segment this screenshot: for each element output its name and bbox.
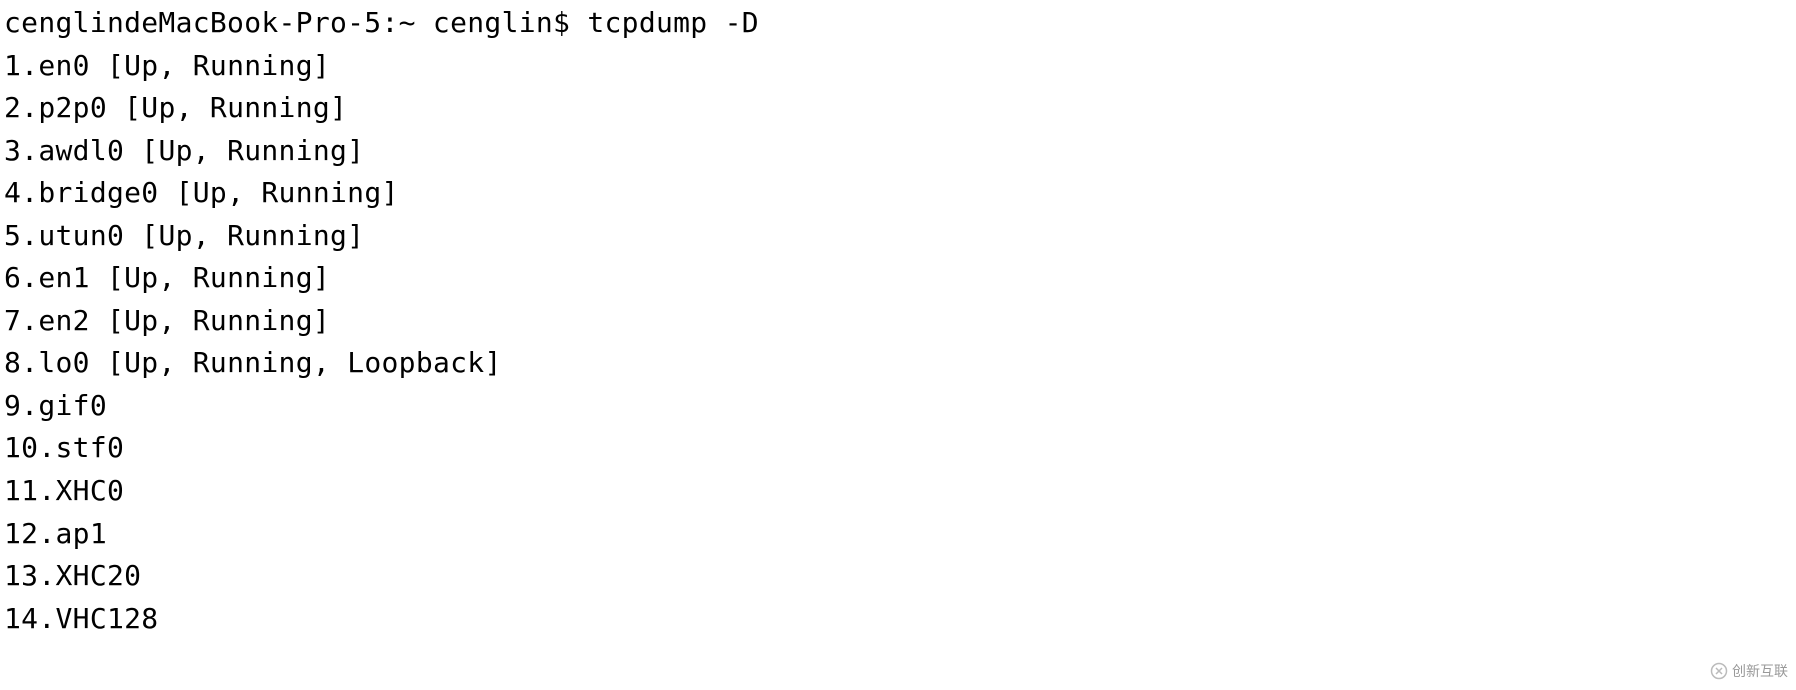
separator-dot: . [21, 176, 38, 209]
interface-index: 12 [4, 517, 38, 550]
separator-dot: . [21, 134, 38, 167]
interface-index: 13 [4, 559, 38, 592]
separator-dot: . [38, 559, 55, 592]
interface-line: 5.utun0 [Up, Running] [4, 215, 1796, 258]
interface-name: en1 [38, 261, 89, 294]
separator-dot: . [21, 346, 38, 379]
interface-index: 1 [4, 49, 21, 82]
interface-index: 4 [4, 176, 21, 209]
interface-line: 12.ap1 [4, 513, 1796, 556]
interface-name: awdl0 [38, 134, 124, 167]
separator-dot: . [38, 474, 55, 507]
interface-name: gif0 [38, 389, 107, 422]
separator-dot: . [21, 389, 38, 422]
interface-line: 9.gif0 [4, 385, 1796, 428]
interface-name: ap1 [56, 517, 107, 550]
interface-flags: [Up, Running] [124, 219, 364, 252]
interface-index: 8 [4, 346, 21, 379]
interface-line: 4.bridge0 [Up, Running] [4, 172, 1796, 215]
interface-line: 10.stf0 [4, 427, 1796, 470]
separator-dot: . [21, 91, 38, 124]
interface-line: 2.p2p0 [Up, Running] [4, 87, 1796, 130]
interface-flags: [Up, Running] [158, 176, 398, 209]
separator-dot: . [21, 261, 38, 294]
interface-index: 3 [4, 134, 21, 167]
separator-dot: . [38, 517, 55, 550]
interface-line: 13.XHC20 [4, 555, 1796, 598]
interface-index: 7 [4, 304, 21, 337]
terminal-prompt-line[interactable]: cenglindeMacBook-Pro-5:~ cenglin$ tcpdum… [4, 2, 1796, 45]
separator-dot: . [21, 304, 38, 337]
interface-name: en2 [38, 304, 89, 337]
separator-dot: . [21, 49, 38, 82]
watermark: 创新互联 [1710, 661, 1788, 682]
interface-flags: [Up, Running] [107, 91, 347, 124]
interface-name: utun0 [38, 219, 124, 252]
interface-index: 14 [4, 602, 38, 635]
interface-name: p2p0 [38, 91, 107, 124]
interface-flags: [Up, Running] [90, 49, 330, 82]
interface-line: 6.en1 [Up, Running] [4, 257, 1796, 300]
interface-flags: [Up, Running, Loopback] [90, 346, 502, 379]
interface-line: 7.en2 [Up, Running] [4, 300, 1796, 343]
interface-name: bridge0 [38, 176, 158, 209]
interface-index: 6 [4, 261, 21, 294]
interface-index: 9 [4, 389, 21, 422]
separator-dot: . [38, 602, 55, 635]
interface-name: XHC20 [56, 559, 142, 592]
terminal-output: 1.en0 [Up, Running]2.p2p0 [Up, Running]3… [4, 45, 1796, 641]
interface-flags: [Up, Running] [90, 261, 330, 294]
interface-flags: [Up, Running] [90, 304, 330, 337]
interface-index: 2 [4, 91, 21, 124]
interface-flags: [Up, Running] [124, 134, 364, 167]
interface-index: 5 [4, 219, 21, 252]
separator-dot: . [21, 219, 38, 252]
watermark-text: 创新互联 [1732, 661, 1788, 682]
watermark-icon [1710, 662, 1728, 680]
interface-line: 1.en0 [Up, Running] [4, 45, 1796, 88]
interface-line: 8.lo0 [Up, Running, Loopback] [4, 342, 1796, 385]
separator-dot: . [38, 431, 55, 464]
interface-name: VHC128 [56, 602, 159, 635]
interface-name: XHC0 [56, 474, 125, 507]
interface-name: en0 [38, 49, 89, 82]
interface-line: 14.VHC128 [4, 598, 1796, 641]
interface-index: 11 [4, 474, 38, 507]
interface-line: 3.awdl0 [Up, Running] [4, 130, 1796, 173]
interface-name: lo0 [38, 346, 89, 379]
interface-line: 11.XHC0 [4, 470, 1796, 513]
interface-index: 10 [4, 431, 38, 464]
interface-name: stf0 [56, 431, 125, 464]
